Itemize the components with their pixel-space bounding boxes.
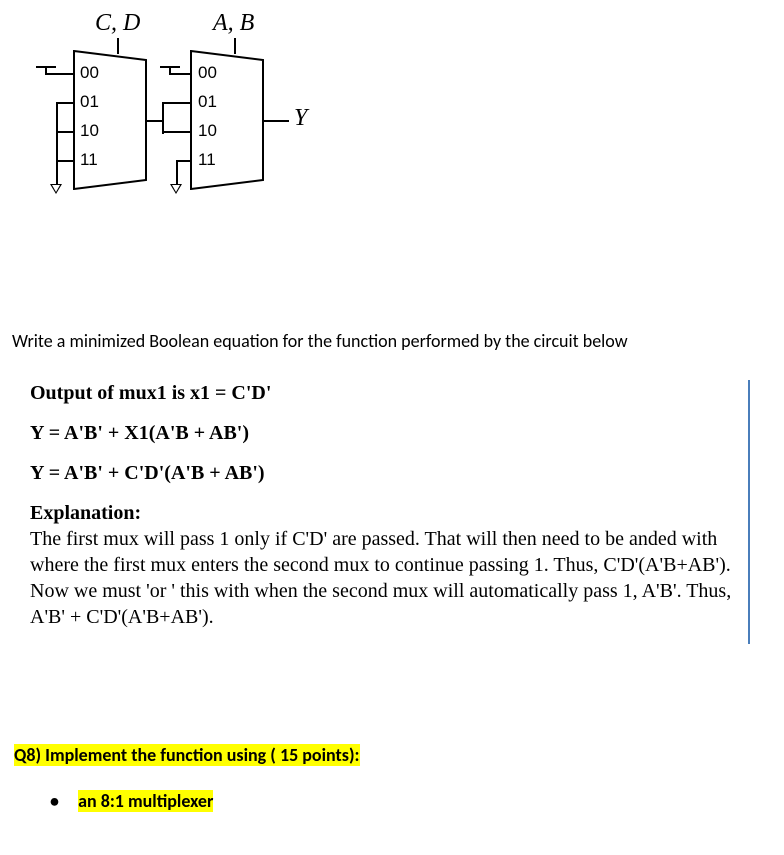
question-text: Write a minimized Boolean equation for t…: [12, 330, 754, 352]
q8-block: Q8) Implement the function using ( 15 po…: [14, 744, 734, 812]
wire: [117, 38, 119, 54]
explanation-body-1: The first mux will pass 1 only if C'D' a…: [30, 528, 731, 576]
wire: [176, 160, 191, 162]
wire: [162, 102, 164, 134]
wire: [169, 73, 191, 75]
mux1-input-11: 11: [80, 150, 98, 170]
mux1-select-label: C, D: [95, 10, 140, 37]
explanation: Explanation: The first mux will pass 1 o…: [30, 500, 740, 630]
wire: [176, 160, 178, 184]
wire: [56, 131, 74, 133]
wire: [162, 131, 191, 133]
ground-icon-fill: [52, 185, 60, 192]
answer-line-2: Y = A'B' + X1(A'B + AB'): [30, 420, 740, 446]
wire: [263, 120, 289, 122]
wire: [162, 102, 191, 104]
mux2-input-10: 10: [198, 121, 217, 141]
bullet-icon: •: [50, 790, 74, 812]
q8-bullet-text: an 8:1 multiplexer: [78, 790, 213, 812]
output-label: Y: [294, 105, 307, 132]
wire: [45, 73, 74, 75]
wire: [56, 102, 58, 184]
explanation-body-2: Now we must 'or ' this with when the sec…: [30, 580, 731, 628]
q8-bullet-line: • an 8:1 multiplexer: [50, 790, 734, 812]
mux2-input-01: 01: [198, 92, 217, 112]
answer-block: Output of mux1 is x1 = C'D' Y = A'B' + X…: [30, 380, 750, 644]
mux2-select-label: A, B: [213, 10, 254, 37]
wire: [234, 38, 236, 54]
mux2-input-00: 00: [198, 63, 217, 83]
wire: [56, 102, 74, 104]
mux2-input-11: 11: [198, 150, 216, 170]
answer-line-1: Output of mux1 is x1 = C'D': [30, 380, 740, 406]
ground-icon-fill: [172, 185, 180, 192]
mux1-input-10: 10: [80, 121, 99, 141]
wire: [56, 160, 74, 162]
circuit-diagram: C, D A, B 00 01 10 11 00 01 10 11 Y: [18, 10, 378, 210]
mux1-input-01: 01: [80, 92, 99, 112]
mux1-input-00: 00: [80, 63, 99, 83]
q8-heading: Q8) Implement the function using ( 15 po…: [14, 744, 360, 766]
explanation-heading: Explanation:: [30, 502, 141, 524]
answer-line-3: Y = A'B' + C'D'(A'B + AB'): [30, 460, 740, 486]
wire: [146, 120, 162, 122]
